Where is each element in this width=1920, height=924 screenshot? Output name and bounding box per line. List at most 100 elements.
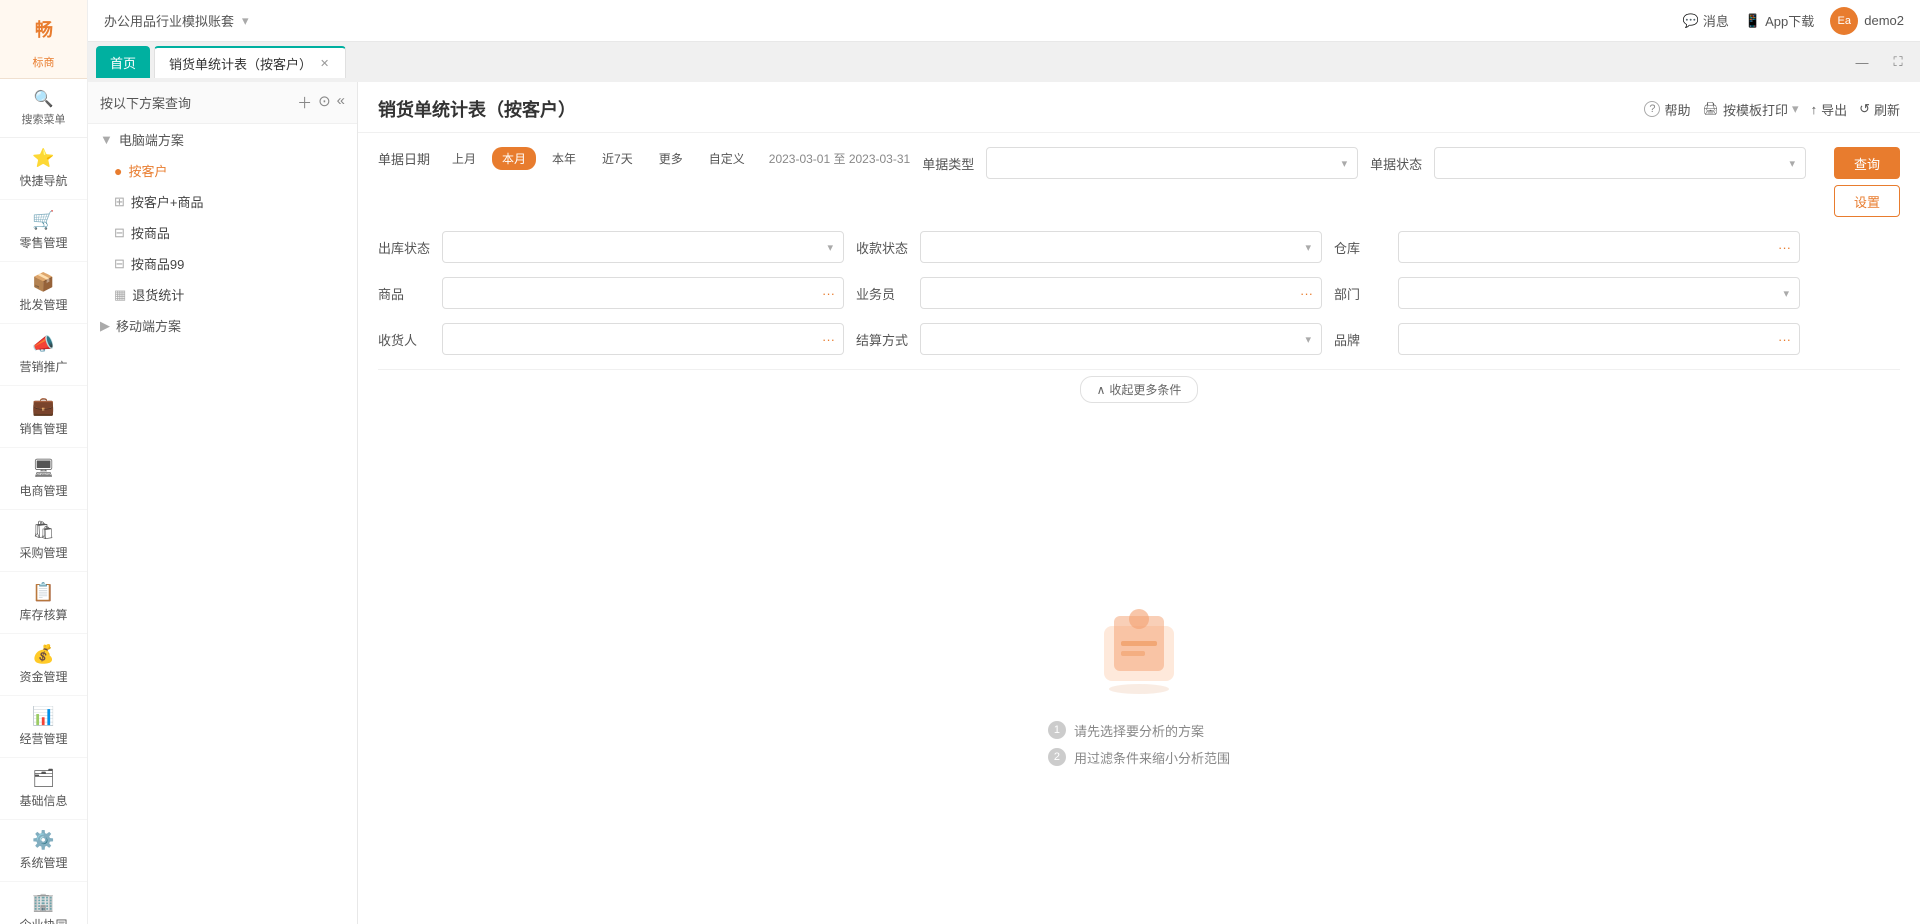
by-customer-goods-icon: ⊞ [114,194,125,210]
sidebar-item-ecommerce[interactable]: 🖥 电商管理 [0,448,87,510]
collapse-button[interactable]: ∧ 收起更多条件 [1080,376,1199,403]
settings-scheme-button[interactable]: ⊙ [318,92,331,113]
doc-type-select[interactable]: ▾ [986,147,1358,179]
scheme-by-goods[interactable]: ⊟ 按商品 [102,217,357,248]
avatar: Ea [1830,7,1858,35]
query-button[interactable]: 查询 [1834,147,1900,179]
tab-home[interactable]: 首页 [96,46,150,78]
date-shortcut-custom[interactable]: 自定义 [699,147,755,170]
tip-1-text: 请先选择要分析的方案 [1074,721,1204,740]
scheme-return-stats[interactable]: ▦ 退货统计 [102,279,357,310]
template-print-dropdown-icon[interactable]: ▾ [1792,101,1799,117]
scheme-by-goods-99-label: 按商品99 [131,254,184,273]
app-title: 办公用品行业模拟账套 [104,11,234,30]
svg-text:畅: 畅 [35,19,53,40]
scheme-by-customer-goods[interactable]: ⊞ 按客户+商品 [102,186,357,217]
settings-button[interactable]: 设置 [1834,185,1900,217]
minimize-icon: — [1856,55,1869,70]
collapse-panel-button[interactable]: « [337,92,345,113]
sidebar-item-inventory[interactable]: 📋 库存核算 [0,572,87,634]
sidebar-item-enterprise[interactable]: 🏢 企业协同 [0,882,87,924]
date-shortcut-thismonth[interactable]: 本月 [492,147,536,170]
maximize-button[interactable]: ⛶ [1884,48,1912,76]
warehouse-dots[interactable]: ··· [1778,240,1791,255]
scheme-by-goods-99[interactable]: ⊟ 按商品99 [102,248,357,279]
by-goods-icon: ⊟ [114,225,125,241]
settlement-select[interactable]: ▾ [920,323,1322,355]
sidebar-item-retail-label: 零售管理 [19,234,67,251]
salesperson-dots[interactable]: ··· [1300,286,1313,301]
salesperson-input[interactable]: ··· [920,277,1322,309]
sidebar-item-shortcut[interactable]: ⭐ 快捷导航 [0,138,87,200]
desktop-scheme-expand-icon: ▼ [100,132,113,147]
sidebar-item-system[interactable]: ⚙️ 系统管理 [0,820,87,882]
tab-sales-report[interactable]: 销货单统计表（按客户） ✕ [154,46,346,78]
action-buttons: 查询 设置 [1818,147,1900,217]
refresh-button[interactable]: ↺ 刷新 [1859,100,1900,119]
ecommerce-icon: 🖥 [32,458,55,479]
topbar-left: 办公用品行业模拟账套 ▾ [104,11,249,30]
receiver-dots[interactable]: ··· [822,332,835,347]
warehouse-input[interactable]: ··· [1398,231,1800,263]
scheme-by-customer[interactable]: ● 按客户 [102,155,357,186]
app-download-button[interactable]: 📱 App下载 [1745,11,1814,30]
collect-status-dropdown-icon: ▾ [1305,241,1311,254]
receiver-input[interactable]: ··· [442,323,844,355]
desktop-scheme-header[interactable]: ▼ 电脑端方案 [88,124,357,155]
desktop-scheme-label: 电脑端方案 [119,130,184,149]
sidebar-item-operations[interactable]: 📊 经营管理 [0,696,87,758]
sidebar-item-basics-label: 基础信息 [19,792,67,809]
out-status-dropdown-icon: ▾ [827,241,833,254]
sidebar-item-marketing[interactable]: 📣 营销推广 [0,324,87,386]
user-menu[interactable]: Ea demo2 [1830,7,1904,35]
filter-area: 单据日期 上月 本月 本年 近7天 更多 自定义 2023-03-01 至 20… [358,133,1920,423]
out-status-select[interactable]: ▾ [442,231,844,263]
tab-close-button[interactable]: ✕ [318,55,331,72]
refresh-icon: ↺ [1859,101,1870,117]
goods-dots[interactable]: ··· [822,286,835,301]
message-icon: 💬 [1683,13,1699,29]
page-header: 销货单统计表（按客户） ? 帮助 🖨 按模板打印 ▾ ↑ 导出 [358,82,1920,133]
sidebar-nav: ⭐ 快捷导航 🛒 零售管理 📦 批发管理 📣 营销推广 💼 销售管理 🖥 电商管… [0,138,87,924]
sidebar-item-finance[interactable]: 💰 资金管理 [0,634,87,696]
finance-icon: 💰 [32,644,54,665]
mobile-scheme-header[interactable]: ▶ 移动端方案 [88,310,357,341]
app-download-icon: 📱 [1745,13,1761,29]
sidebar-item-sales[interactable]: 💼 销售管理 [0,386,87,448]
help-label: 帮助 [1664,100,1690,119]
logo-area: 畅 标商 [0,0,87,79]
date-shortcut-lastmonth[interactable]: 上月 [442,147,486,170]
minimize-button[interactable]: — [1848,48,1876,76]
brand-dots[interactable]: ··· [1778,332,1791,347]
help-button[interactable]: ? 帮助 [1644,100,1690,119]
brand-input[interactable]: ··· [1398,323,1800,355]
main-area: 办公用品行业模拟账套 ▾ 💬 消息 📱 App下载 Ea demo2 首页 销货… [88,0,1920,924]
sidebar-item-basics[interactable]: 🗂 基础信息 [0,758,87,820]
export-button[interactable]: ↑ 导出 [1811,100,1848,119]
date-shortcut-more[interactable]: 更多 [649,147,693,170]
page-title: 销货单统计表（按客户） [378,96,576,122]
sidebar-item-retail[interactable]: 🛒 零售管理 [0,200,87,262]
empty-state: 1 请先选择要分析的方案 2 用过滤条件来缩小分析范围 [358,423,1920,924]
scheme-return-stats-label: 退货统计 [132,285,184,304]
desktop-scheme-section: ▼ 电脑端方案 ● 按客户 ⊞ 按客户+商品 ⊟ 按商品 [88,124,357,310]
dropdown-icon[interactable]: ▾ [242,13,249,29]
sidebar-item-purchase[interactable]: 🛍 采购管理 [0,510,87,572]
doc-status-select[interactable]: ▾ [1434,147,1806,179]
warehouse-label: 仓库 [1334,238,1390,257]
sidebar-item-wholesale-label: 批发管理 [19,296,67,313]
template-print-button[interactable]: 🖨 按模板打印 ▾ [1703,100,1799,119]
add-scheme-button[interactable]: ＋ [297,92,312,113]
sidebar-item-marketing-label: 营销推广 [19,358,67,375]
message-button[interactable]: 💬 消息 [1683,11,1729,30]
goods-input[interactable]: ··· [442,277,844,309]
department-select[interactable]: ▾ [1398,277,1800,309]
collapse-up-icon: ∧ [1097,383,1106,397]
sidebar-item-wholesale[interactable]: 📦 批发管理 [0,262,87,324]
sidebar-item-system-label: 系统管理 [19,854,67,871]
collect-status-select[interactable]: ▾ [920,231,1322,263]
date-shortcut-thisyear[interactable]: 本年 [542,147,586,170]
settlement-dropdown-icon: ▾ [1305,333,1311,346]
date-shortcut-last7[interactable]: 近7天 [592,147,643,170]
search-menu-item[interactable]: 🔍 搜索菜单 [0,79,87,138]
